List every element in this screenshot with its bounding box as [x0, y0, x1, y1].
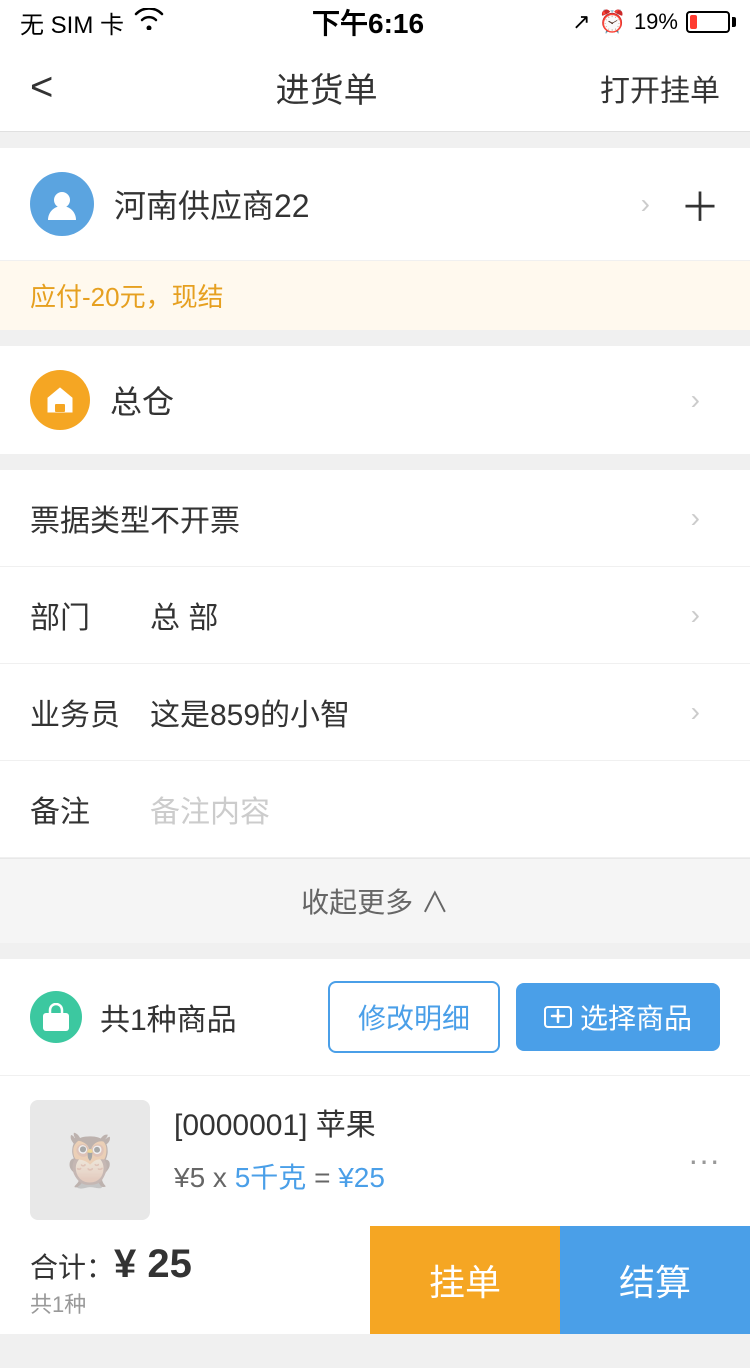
supplier-avatar [30, 172, 94, 236]
product-item: 🦉 [0000001] 苹果 ¥5 x 5千克 = ¥25 ··· [0, 1076, 750, 1244]
total-count: 共1种 [30, 1287, 340, 1319]
chevron-right-icon-5: › [691, 696, 700, 728]
chevron-right-icon-4: › [691, 599, 700, 631]
collapse-button[interactable]: 收起更多 ∧ [0, 858, 750, 943]
product-info: [0000001] 苹果 ¥5 x 5千克 = ¥25 [174, 1100, 688, 1196]
hang-button[interactable]: 挂单 [370, 1226, 560, 1334]
chevron-right-icon: › [641, 188, 650, 220]
product-title: 苹果 [316, 1109, 376, 1142]
product-bag-icon [30, 991, 82, 1043]
invoice-value: 不开票 [150, 496, 691, 540]
owl-logo: 🦉 [58, 1130, 123, 1191]
supplier-section: 河南供应商22 › ＋ 应付-20元，现结 [0, 148, 750, 330]
sales-value: 这是859的小智 [150, 690, 691, 734]
price-total: ¥25 [338, 1162, 385, 1193]
nav-bar: < 进货单 打开挂单 [0, 44, 750, 132]
product-count: 共1种商品 [100, 995, 328, 1039]
warehouse-icon [30, 370, 90, 430]
select-product-label: 选择商品 [580, 997, 692, 1037]
product-section: 共1种商品 修改明细 选择商品 🦉 [0000001] 苹果 ¥5 x 5千克 … [0, 959, 750, 1244]
product-thumbnail: 🦉 [30, 1100, 150, 1220]
product-price: ¥5 x 5千克 = ¥25 [174, 1156, 688, 1196]
alarm-icon: ⏰ [599, 9, 626, 35]
total-amount: ¥ 25 [114, 1242, 192, 1287]
carrier-text: 无 SIM 卡 [20, 5, 124, 40]
battery-icon [686, 11, 730, 33]
price-qty: 5千克 [235, 1162, 307, 1193]
dept-value: 总 部 [150, 593, 691, 637]
form-section: 票据类型 不开票 › 部门 总 部 › 业务员 这是859的小智 › 备注 备注… [0, 470, 750, 943]
bottom-bar: 合计： ¥ 25 共1种 挂单 结算 [0, 1226, 750, 1334]
battery-percent: 19% [634, 9, 678, 35]
remark-label: 备注 [30, 787, 150, 831]
price-unit: ¥5 x [174, 1162, 235, 1193]
supplier-name: 河南供应商22 [114, 181, 641, 227]
dept-label: 部门 [30, 593, 150, 637]
dept-row[interactable]: 部门 总 部 › [0, 567, 750, 664]
payment-notice: 应付-20元，现结 [0, 261, 750, 330]
remark-row[interactable]: 备注 备注内容 [0, 761, 750, 858]
product-code: [0000001] [174, 1109, 316, 1142]
chevron-right-icon-2: › [691, 384, 700, 416]
open-hang-button[interactable]: 打开挂单 [600, 66, 720, 110]
warehouse-name: 总仓 [110, 377, 691, 423]
invoice-row[interactable]: 票据类型 不开票 › [0, 470, 750, 567]
total-section: 合计： ¥ 25 共1种 [0, 1242, 370, 1319]
supplier-row[interactable]: 河南供应商22 › ＋ [0, 148, 750, 261]
page-title: 进货单 [276, 63, 378, 112]
checkout-button[interactable]: 结算 [560, 1226, 750, 1334]
chevron-right-icon-3: › [691, 502, 700, 534]
location-icon: ↗ [572, 9, 590, 35]
sales-row[interactable]: 业务员 这是859的小智 › [0, 664, 750, 761]
status-bar: 无 SIM 卡 下午6:16 ↗ ⏰ 19% [0, 0, 750, 44]
status-time: 下午6:16 [312, 2, 424, 42]
collapse-label: 收起更多 ∧ [301, 881, 449, 921]
remark-input[interactable]: 备注内容 [150, 787, 720, 831]
product-header: 共1种商品 修改明细 选择商品 [0, 959, 750, 1076]
status-right: ↗ ⏰ 19% [572, 9, 730, 35]
edit-detail-button[interactable]: 修改明细 [328, 981, 500, 1053]
wifi-icon [134, 8, 164, 37]
warehouse-section: 总仓 › [0, 346, 750, 454]
select-product-button[interactable]: 选择商品 [516, 983, 720, 1051]
invoice-label: 票据类型 [30, 496, 150, 540]
add-supplier-button[interactable]: ＋ [680, 175, 720, 233]
sales-label: 业务员 [30, 690, 150, 734]
product-more-button[interactable]: ··· [688, 1142, 720, 1179]
back-button[interactable]: < [30, 65, 53, 110]
warehouse-row[interactable]: 总仓 › [0, 346, 750, 454]
spacer-1 [0, 132, 750, 148]
status-left: 无 SIM 卡 [20, 5, 164, 40]
product-name: [0000001] 苹果 [174, 1100, 688, 1144]
price-eq: = [314, 1162, 338, 1193]
total-label: 合计： [30, 1246, 114, 1286]
